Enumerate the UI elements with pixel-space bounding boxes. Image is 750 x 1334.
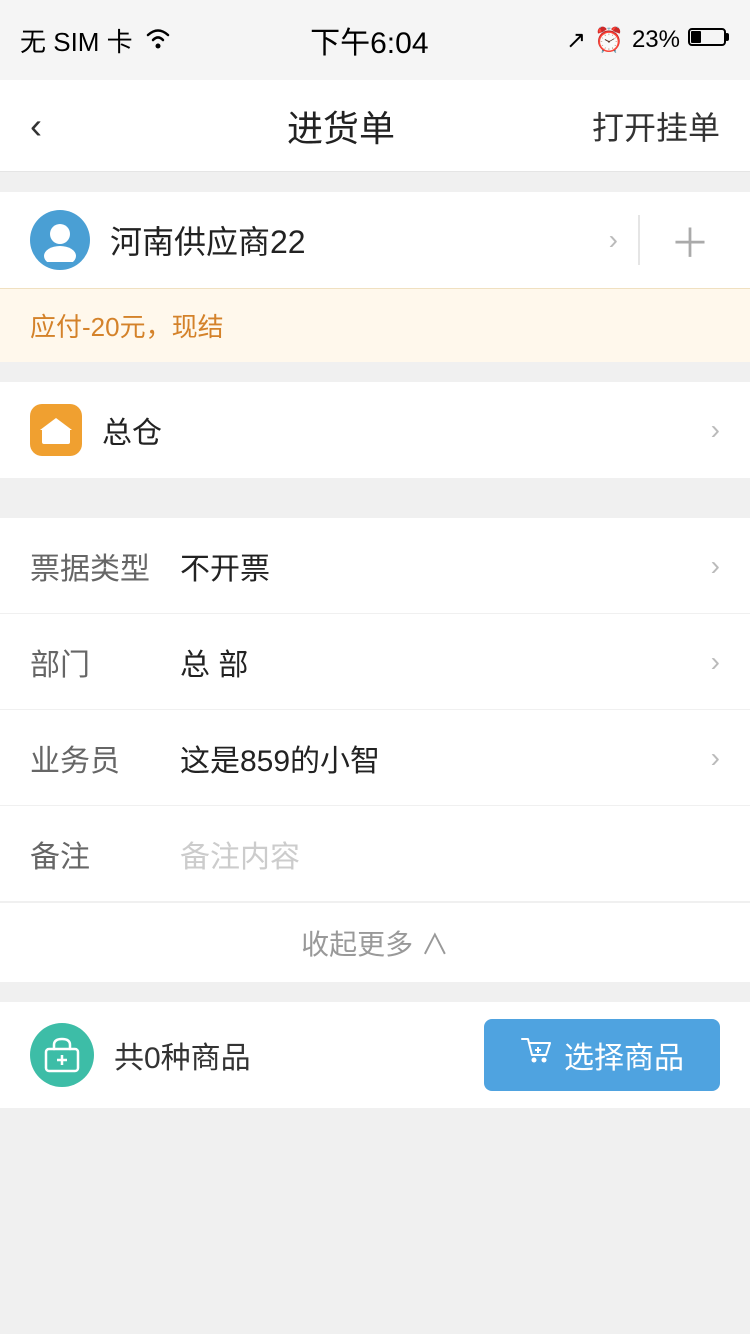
divider	[638, 215, 640, 265]
alarm-icon: ⏰	[594, 26, 624, 55]
location-icon: ↗	[566, 26, 586, 55]
invoice-type-row[interactable]: 票据类型 不开票 ›	[0, 518, 750, 614]
bottom-bar: 共0种商品 选择商品	[0, 1002, 750, 1108]
product-count: 共0种商品	[114, 1033, 484, 1077]
invoice-type-label: 票据类型	[30, 544, 180, 588]
gap-2	[0, 362, 750, 382]
warehouse-row[interactable]: 总仓 ›	[0, 382, 750, 478]
salesperson-chevron: ›	[711, 742, 720, 774]
open-pending-button[interactable]: 打开挂单	[592, 103, 720, 149]
nav-bar: ‹ 进货单 打开挂单	[0, 80, 750, 172]
wifi-icon	[143, 25, 173, 56]
department-row[interactable]: 部门 总 部 ›	[0, 614, 750, 710]
notice-banner: 应付-20元，现结	[0, 288, 750, 362]
carrier-text: 无 SIM 卡	[20, 22, 133, 59]
remark-label: 备注	[30, 832, 180, 876]
warehouse-icon-bg	[30, 404, 82, 456]
add-supplier-button[interactable]: ＋	[660, 210, 720, 270]
page-title: 进货单	[287, 100, 395, 152]
department-label: 部门	[30, 640, 180, 684]
product-icon	[30, 1023, 94, 1087]
department-chevron: ›	[711, 646, 720, 678]
collapse-row[interactable]: 收起更多 ∧	[0, 902, 750, 982]
status-right: ↗ ⏰ 23%	[566, 26, 730, 55]
collapse-label: 收起更多 ∧	[301, 923, 449, 963]
form-section: 票据类型 不开票 › 部门 总 部 › 业务员 这是859的小智 › 备注 备注…	[0, 518, 750, 982]
remark-input[interactable]: 备注内容	[180, 832, 720, 876]
invoice-type-chevron: ›	[711, 550, 720, 582]
department-value: 总 部	[180, 640, 711, 684]
battery-icon	[688, 26, 730, 55]
status-time: 下午6:04	[310, 18, 428, 62]
supplier-avatar	[30, 210, 90, 270]
salesperson-value: 这是859的小智	[180, 736, 711, 780]
salesperson-label: 业务员	[30, 736, 180, 780]
supplier-section: 河南供应商22 › ＋	[0, 192, 750, 288]
chevron-right-icon: ›	[609, 224, 618, 256]
warehouse-chevron-icon: ›	[711, 414, 720, 446]
supplier-row[interactable]: 河南供应商22 ›	[30, 192, 618, 288]
cart-icon	[520, 1037, 554, 1073]
remark-row[interactable]: 备注 备注内容	[0, 806, 750, 902]
battery-text: 23%	[632, 26, 680, 54]
gap-1	[0, 172, 750, 192]
status-carrier: 无 SIM 卡	[20, 22, 173, 59]
salesperson-row[interactable]: 业务员 这是859的小智 ›	[0, 710, 750, 806]
gap-3	[0, 478, 750, 498]
notice-text: 应付-20元，现结	[30, 312, 224, 342]
back-button[interactable]: ‹	[30, 105, 90, 147]
select-product-button[interactable]: 选择商品	[484, 1019, 720, 1091]
status-bar: 无 SIM 卡 下午6:04 ↗ ⏰ 23%	[0, 0, 750, 80]
warehouse-name: 总仓	[102, 408, 711, 452]
select-product-label: 选择商品	[564, 1033, 684, 1077]
invoice-type-value: 不开票	[180, 544, 711, 588]
supplier-name: 河南供应商22	[110, 217, 609, 263]
